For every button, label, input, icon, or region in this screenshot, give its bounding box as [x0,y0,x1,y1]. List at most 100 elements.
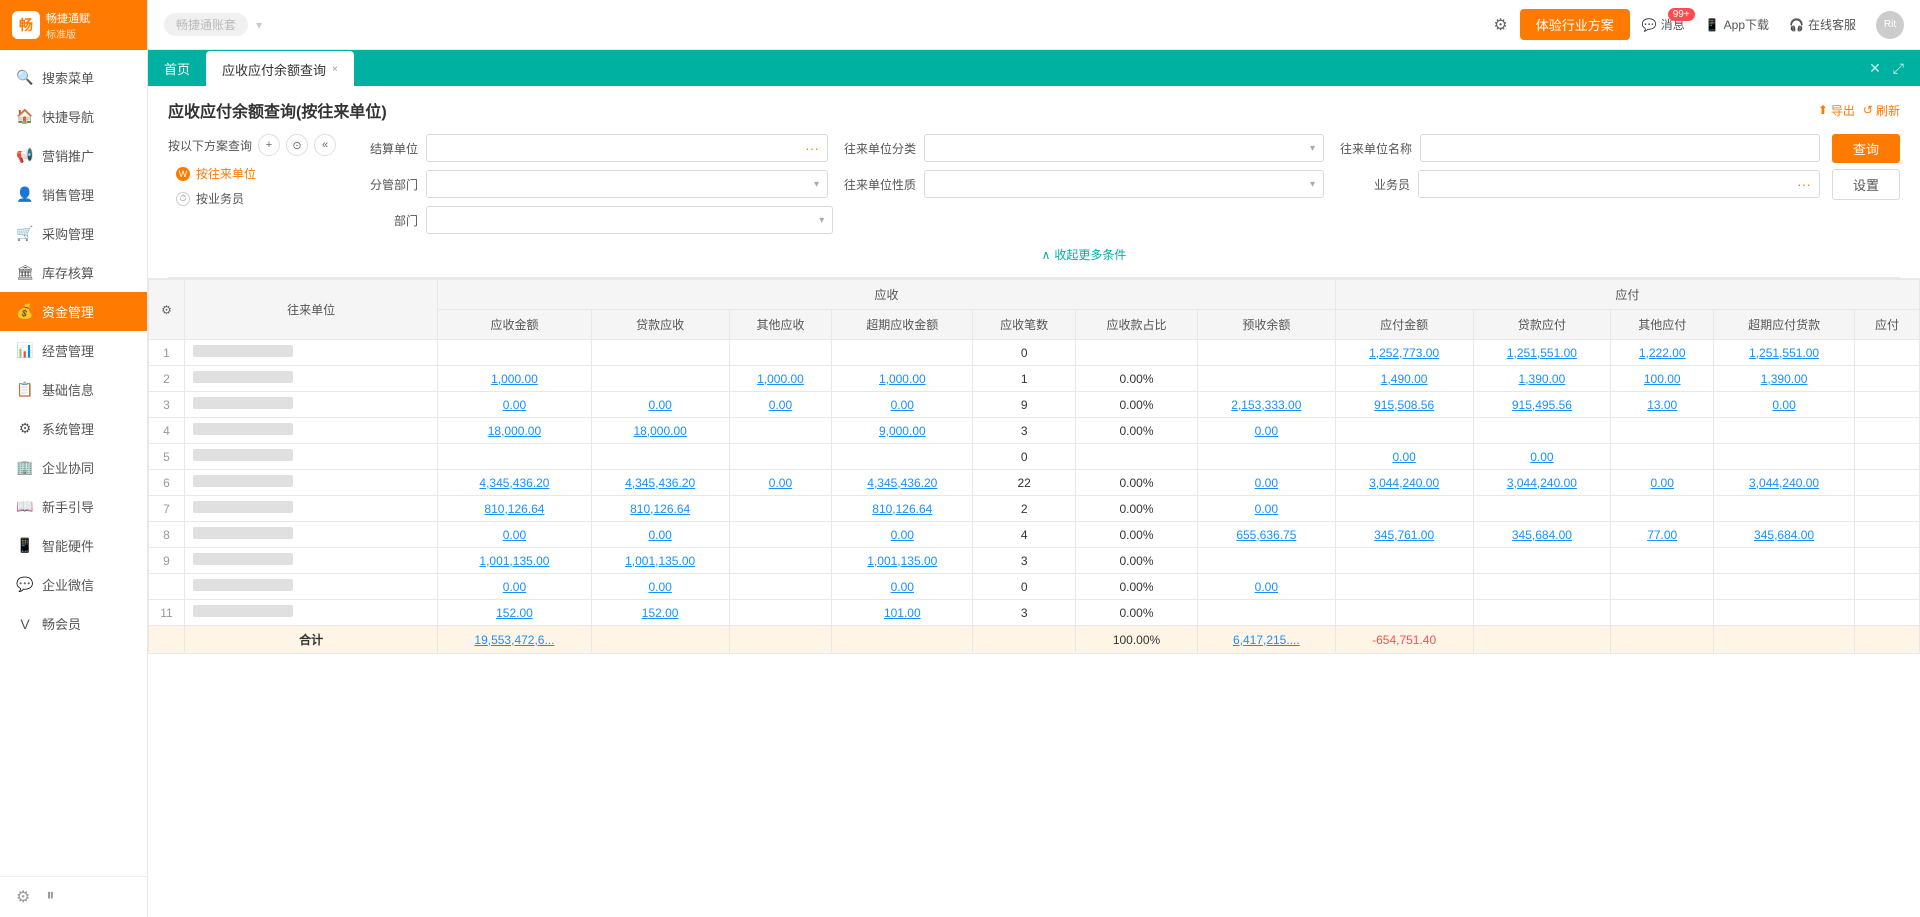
window-maximize-icon[interactable]: ⤢ [1893,60,1904,77]
sidebar-item-guide[interactable]: 📖 新手引导 [0,487,147,526]
sidebar-item-finance[interactable]: 💰 资金管理 [0,292,147,331]
sidebar-item-vip[interactable]: V 畅会员 [0,604,147,643]
window-close-icon[interactable]: ✕ [1869,60,1881,77]
top-bar-gear-icon[interactable]: ⚙ [1493,15,1507,35]
department-input[interactable]: ▾ [426,206,833,234]
salesperson-label: 业务员 [1340,176,1410,193]
collapse-icon: ∧ [1042,248,1051,262]
filter-fields: 结算单位 ··· 往来单位分类 [348,134,1820,267]
settings-icon[interactable]: ⚙ [16,887,30,907]
marketing-icon: 📢 [16,147,34,164]
notification-button[interactable]: 💬 消息 99+ [1642,16,1685,33]
sidebar-item-wechat[interactable]: 💬 企业微信 [0,565,147,604]
vip-icon: V [16,616,34,632]
th-prepaid-balance: 预收余额 [1197,310,1335,340]
table-row: 64,345,436.204,345,436.200.004,345,436.2… [149,470,1920,496]
total-prepaid-balance: 6,417,215.... [1197,626,1335,654]
salesperson-input[interactable]: ··· [1418,170,1820,198]
table-row: 101,252,773.001,251,551.001,222.001,251,… [149,340,1920,366]
partner-nature-label: 往来单位性质 [844,176,916,193]
table-settings-icon[interactable]: ⚙ [161,303,172,317]
collapse-more-button[interactable]: ∧ 收起更多条件 [348,242,1820,267]
tab-close-icon[interactable]: × [332,64,338,75]
operations-icon: 📊 [16,342,34,359]
table-row: 21,000.001,000.001,000.0010.00%1,490.001… [149,366,1920,392]
scheme-active-dot: W [176,167,190,181]
sidebar-item-enterprise[interactable]: 🏢 企业协同 [0,448,147,487]
sidebar-item-quicknav[interactable]: 🏠 快捷导航 [0,97,147,136]
tab-current[interactable]: 应收应付余额查询 × [206,51,354,87]
total-other-receivable [729,626,832,654]
user-menu[interactable]: Rit [1876,11,1904,39]
sidebar-item-hardware[interactable]: 📱 智能硬件 [0,526,147,565]
scheme-by-partner[interactable]: W 按往来单位 [168,162,336,185]
scheme-collapse-button[interactable]: « [314,134,336,156]
query-button[interactable]: 查询 [1832,134,1900,163]
th-settings: ⚙ [149,280,185,340]
sidebar-item-marketing[interactable]: 📢 营销推广 [0,136,147,175]
table-container: ⚙ 往来单位 应收 应付 应收金额 贷款应收 其他应收 超期应收金额 应收笔数 [148,279,1920,917]
sidebar-item-purchase[interactable]: 🛒 采购管理 [0,214,147,253]
filter-dept: 分管部门 ▾ [348,170,828,198]
total-loan-receivable [591,626,729,654]
total-receivable-amount: 19,553,472,6... [438,626,592,654]
sidebar-item-sales[interactable]: 👤 销售管理 [0,175,147,214]
partner-cell [185,340,438,366]
total-receivable-ratio: 100.00% [1076,626,1198,654]
scheme-settings-button[interactable]: ⊙ [286,134,308,156]
add-scheme-button[interactable]: + [258,134,280,156]
scheme-by-salesperson[interactable]: ⏱ 按业务员 [168,187,336,210]
partner-nature-input[interactable]: ▾ [924,170,1324,198]
partner-cell [185,444,438,470]
th-other-payable: 其他应付 [1611,310,1714,340]
partner-cell [185,366,438,392]
dept-chevron-icon: ▾ [814,179,819,190]
sidebar-nav: 🔍 搜索菜单 🏠 快捷导航 📢 营销推广 👤 销售管理 🛒 采购管理 🏛 [0,50,147,876]
promo-button[interactable]: 体验行业方案 [1520,9,1630,40]
filter-partner-nature: 往来单位性质 ▾ [844,170,1324,198]
online-service-button[interactable]: 🎧 在线客服 [1789,16,1856,33]
export-button[interactable]: ⬆ 导出 [1818,102,1855,119]
inventory-icon: 🏛 [16,264,34,281]
th-loan-receivable: 贷款应收 [591,310,729,340]
basic-icon: 📋 [16,381,34,398]
settlement-unit-input[interactable]: ··· [426,134,828,162]
th-receivable-amount: 应收金额 [438,310,592,340]
th-receivable-count: 应收笔数 [973,310,1076,340]
partner-cell [185,392,438,418]
sidebar-item-basic[interactable]: 📋 基础信息 [0,370,147,409]
department-label: 部门 [348,212,418,229]
app-download-button[interactable]: 📱 App下载 [1705,16,1769,33]
refresh-button[interactable]: ↺ 刷新 [1863,102,1900,119]
collapse-icon[interactable]: ⏸ [46,887,54,907]
partner-cell [185,522,438,548]
total-payable-extra [1855,626,1920,654]
sidebar-logo: 畅 畅捷通赋 标准版 [0,0,147,50]
sidebar-footer: ⚙ ⏸ [0,876,147,917]
partner-category-label: 往来单位分类 [844,140,916,157]
dept-label: 分管部门 [348,176,418,193]
partner-name-input[interactable] [1420,134,1820,162]
setting-button[interactable]: 设置 [1832,169,1900,200]
sidebar-item-system[interactable]: ⚙ 系统管理 [0,409,147,448]
sidebar-item-operations[interactable]: 📊 经营管理 [0,331,147,370]
th-payable-amount: 应付金额 [1335,310,1473,340]
sales-icon: 👤 [16,186,34,203]
filter-department: 部门 ▾ [348,206,833,234]
tab-home[interactable]: 首页 [148,50,206,86]
hardware-icon: 📱 [16,537,34,554]
dept-input[interactable]: ▾ [426,170,828,198]
sidebar-item-inventory[interactable]: 🏛 库存核算 [0,253,147,292]
partner-nature-chevron-icon: ▾ [1310,179,1315,190]
home-icon: 🏠 [16,108,34,125]
total-receivable-count [973,626,1076,654]
table-row: 0.000.000.0000.00%0.00 [149,574,1920,600]
partner-category-input[interactable]: ▾ [924,134,1324,162]
page-actions: ⬆ 导出 ↺ 刷新 [1818,102,1900,119]
settlement-unit-dots-icon: ··· [805,140,819,156]
sidebar-item-search[interactable]: 🔍 搜索菜单 [0,58,147,97]
total-label [149,626,185,654]
partner-cell [185,496,438,522]
export-icon: ⬆ [1818,103,1828,117]
finance-icon: 💰 [16,303,34,320]
